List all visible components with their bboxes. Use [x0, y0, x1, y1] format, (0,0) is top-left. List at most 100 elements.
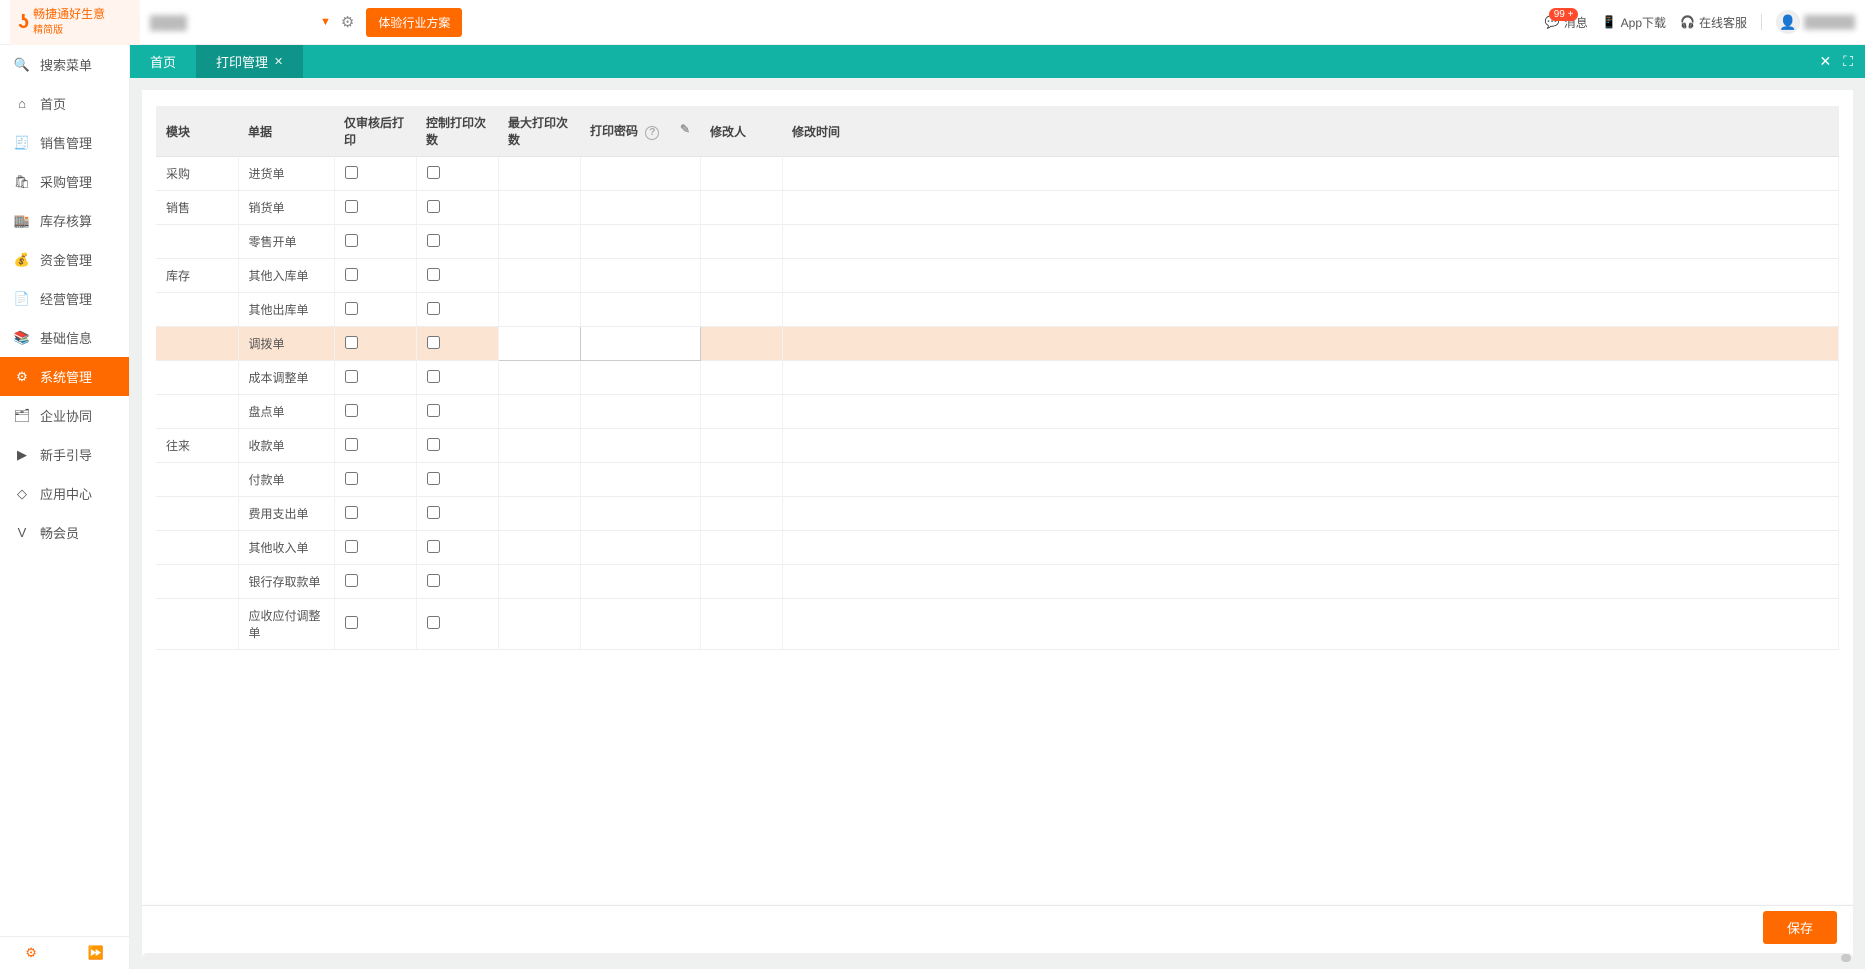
cell-modifier	[700, 327, 782, 361]
sidebar-item-purchase[interactable]: 🛍采购管理	[0, 162, 129, 201]
sidebar-item-collab[interactable]: 🗂企业协同	[0, 396, 129, 435]
help-icon[interactable]: ?	[645, 126, 659, 140]
audit-checkbox[interactable]	[345, 370, 358, 383]
ctrl-checkbox[interactable]	[427, 616, 440, 629]
col-password[interactable]: 打印密码 ? ✎	[580, 106, 700, 157]
close-all-tabs-icon[interactable]: ✕	[1819, 53, 1831, 70]
sidebar-item-business[interactable]: 📄 经营管理	[0, 279, 129, 318]
ctrl-checkbox[interactable]	[427, 540, 440, 553]
sidebar-item-label: 应用中心	[40, 484, 92, 503]
col-audit: 仅审核后打印	[334, 106, 416, 157]
cell-ctrl	[416, 259, 498, 293]
support-button[interactable]: 🎧 在线客服	[1680, 14, 1747, 31]
header-right: 💬 99 + 消息 📱 App下载 🎧 在线客服 👤 ██████	[1545, 10, 1855, 34]
messages-button[interactable]: 💬 99 + 消息	[1545, 14, 1588, 31]
ctrl-checkbox[interactable]	[427, 472, 440, 485]
audit-checkbox[interactable]	[345, 200, 358, 213]
horizontal-scrollbar[interactable]	[142, 953, 1853, 963]
audit-checkbox[interactable]	[345, 268, 358, 281]
ctrl-checkbox[interactable]	[427, 574, 440, 587]
scrollbar-thumb[interactable]	[1841, 954, 1851, 962]
sidebar-item-funds[interactable]: 💰资金管理	[0, 240, 129, 279]
cell-doc: 成本调整单	[238, 361, 334, 395]
cell-modtime	[782, 259, 1839, 293]
cell-max	[498, 497, 580, 531]
tab-打印管理[interactable]: 打印管理✕	[196, 45, 303, 78]
cell-modifier	[700, 429, 782, 463]
audit-checkbox[interactable]	[345, 472, 358, 485]
sidebar-item-vip[interactable]: V畅会员	[0, 513, 129, 552]
tenant-selector[interactable]: ████	[150, 15, 320, 30]
sidebar-item-apps[interactable]: ◇应用中心	[0, 474, 129, 513]
close-icon[interactable]: ✕	[274, 55, 283, 68]
cell-password	[580, 225, 700, 259]
collapse-icon[interactable]: ⏩	[88, 945, 104, 961]
audit-checkbox[interactable]	[345, 166, 358, 179]
cell-ctrl	[416, 157, 498, 191]
gear-icon[interactable]: ⚙	[341, 13, 354, 31]
chevron-down-icon[interactable]: ▼	[320, 16, 331, 28]
sidebar-bottom-tools: ⚙ ⏩	[0, 936, 129, 969]
audit-checkbox[interactable]	[345, 438, 358, 451]
top-header: ʖ 畅捷通好生意 精简版 ████ ▼ ⚙ 体验行业方案 💬 99 + 消息 📱…	[0, 0, 1865, 45]
ctrl-checkbox[interactable]	[427, 268, 440, 281]
ctrl-checkbox[interactable]	[427, 166, 440, 179]
audit-checkbox[interactable]	[345, 616, 358, 629]
cell-modtime	[782, 191, 1839, 225]
sidebar-item-label: 采购管理	[40, 172, 92, 191]
sidebar-item-sales[interactable]: 🧾销售管理	[0, 123, 129, 162]
ctrl-checkbox[interactable]	[427, 336, 440, 349]
audit-checkbox[interactable]	[345, 336, 358, 349]
cell-modifier	[700, 497, 782, 531]
audit-checkbox[interactable]	[345, 404, 358, 417]
cell-password	[580, 293, 700, 327]
cell-ctrl	[416, 191, 498, 225]
audit-checkbox[interactable]	[345, 506, 358, 519]
audit-checkbox[interactable]	[345, 302, 358, 315]
cell-password	[580, 157, 700, 191]
save-bar: 保存	[142, 905, 1853, 949]
cell-password	[580, 429, 700, 463]
cell-ctrl	[416, 599, 498, 650]
sidebar-item-label: 经营管理	[40, 289, 92, 308]
settings-icon[interactable]: ⚙	[25, 945, 37, 961]
cell-max	[498, 395, 580, 429]
audit-checkbox[interactable]	[345, 540, 358, 553]
ctrl-checkbox[interactable]	[427, 506, 440, 519]
sidebar-item-inventory[interactable]: 🏬库存核算	[0, 201, 129, 240]
sidebar-item-search-menu[interactable]: 🔍搜索菜单	[0, 45, 129, 84]
cell-password[interactable]	[580, 327, 700, 361]
cell-max[interactable]	[498, 327, 580, 361]
fullscreen-icon[interactable]: ⛶	[1843, 53, 1853, 70]
audit-checkbox[interactable]	[345, 234, 358, 247]
sidebar-item-basic-info[interactable]: 📚基础信息	[0, 318, 129, 357]
ctrl-checkbox[interactable]	[427, 370, 440, 383]
cell-doc: 收款单	[238, 429, 334, 463]
cell-module	[156, 497, 238, 531]
app-download-button[interactable]: 📱 App下载	[1602, 14, 1666, 31]
save-button[interactable]: 保存	[1763, 911, 1837, 944]
sidebar-item-home[interactable]: ⌂首页	[0, 84, 129, 123]
audit-checkbox[interactable]	[345, 574, 358, 587]
ctrl-checkbox[interactable]	[427, 404, 440, 417]
sidebar-item-system[interactable]: ⚙系统管理	[0, 357, 129, 396]
search-menu-icon: 🔍	[14, 57, 30, 73]
edit-icon[interactable]: ✎	[680, 122, 690, 136]
cell-max	[498, 157, 580, 191]
ctrl-checkbox[interactable]	[427, 234, 440, 247]
ctrl-checkbox[interactable]	[427, 438, 440, 451]
cell-ctrl	[416, 463, 498, 497]
cell-modtime	[782, 157, 1839, 191]
vip-icon: V	[14, 525, 30, 540]
user-menu[interactable]: 👤 ██████	[1776, 10, 1855, 34]
sales-icon: 🧾	[14, 135, 30, 151]
cell-module	[156, 463, 238, 497]
ctrl-checkbox[interactable]	[427, 200, 440, 213]
business-icon: 📄	[14, 291, 30, 307]
industry-plan-button[interactable]: 体验行业方案	[366, 8, 462, 37]
cell-audit	[334, 395, 416, 429]
tab-首页[interactable]: 首页	[130, 45, 196, 78]
sidebar-item-guide[interactable]: ▶新手引导	[0, 435, 129, 474]
cell-modifier	[700, 531, 782, 565]
ctrl-checkbox[interactable]	[427, 302, 440, 315]
